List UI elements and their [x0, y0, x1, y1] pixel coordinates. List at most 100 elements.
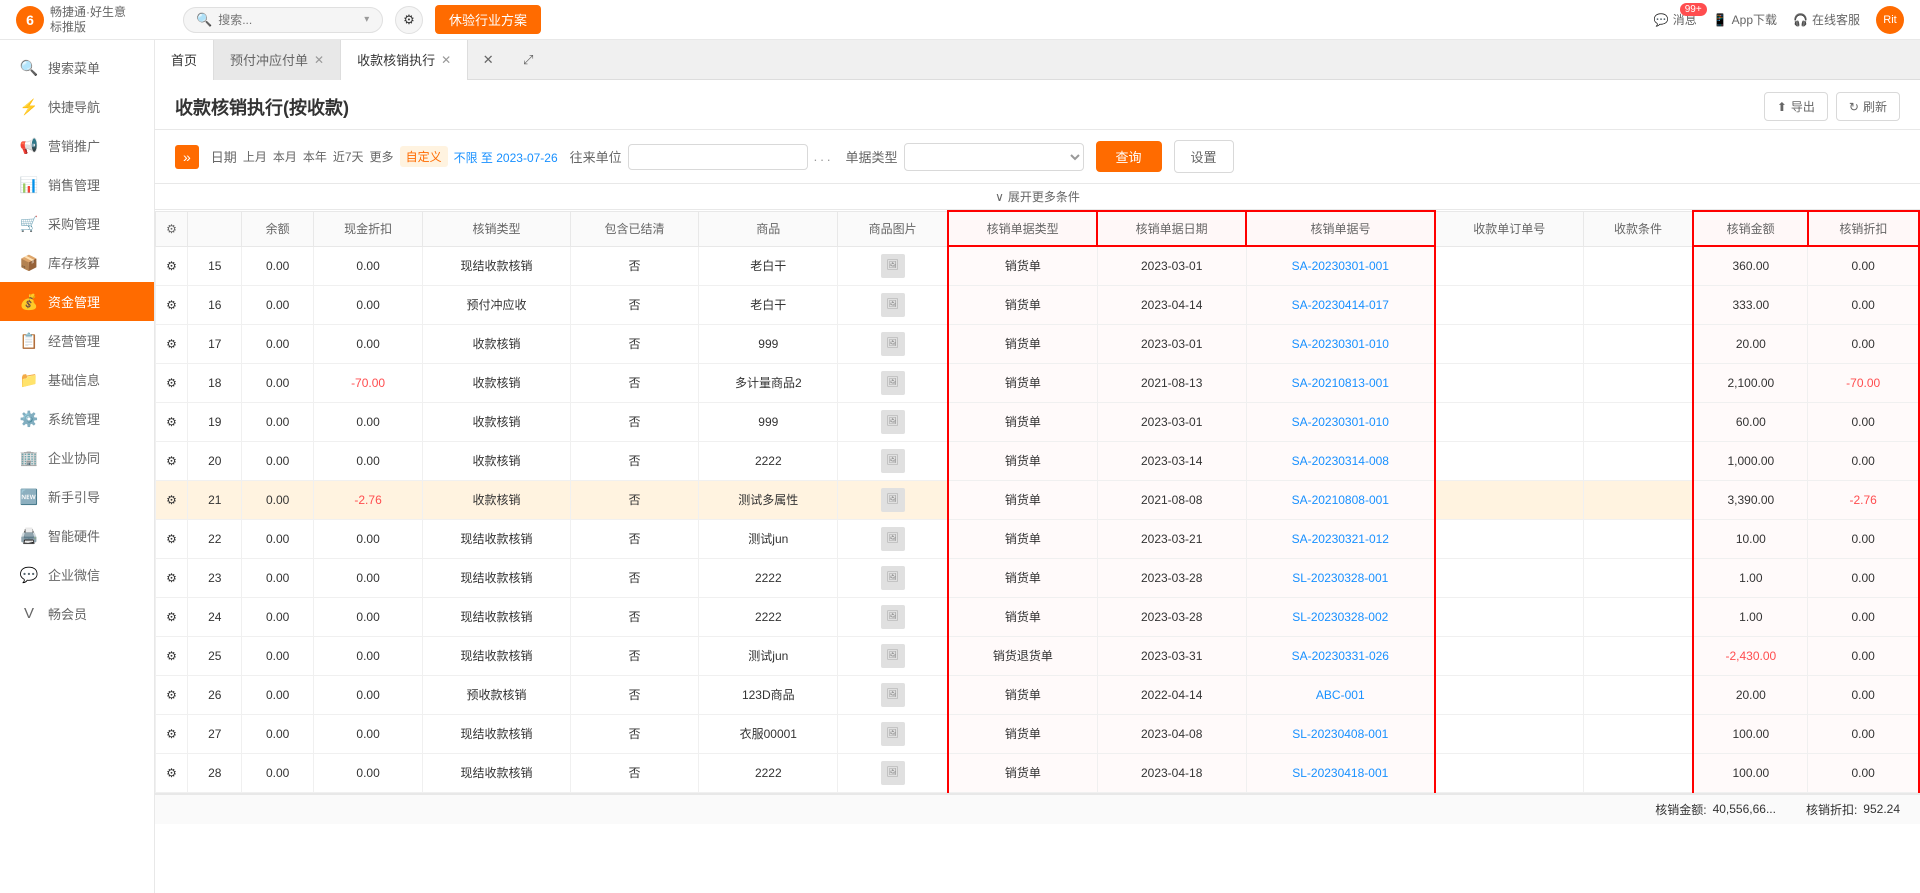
- tab-close-prepay[interactable]: ✕: [314, 53, 324, 67]
- tab-close-collection[interactable]: ✕: [441, 53, 451, 67]
- finance-icon: 💰: [20, 293, 38, 311]
- cell-settings[interactable]: ⚙: [156, 519, 188, 558]
- cell-settings[interactable]: ⚙: [156, 402, 188, 441]
- settings-icon-btn[interactable]: ⚙: [395, 6, 423, 34]
- sidebar-item-operations[interactable]: 📋 经营管理: [0, 321, 154, 360]
- tab-maximize-btn[interactable]: ⤢: [508, 40, 548, 80]
- sidebar-item-hardware[interactable]: 🖨️ 智能硬件: [0, 516, 154, 555]
- cell-seq: 22: [188, 519, 242, 558]
- cell-bill-report-date: 2023-03-21: [1097, 519, 1246, 558]
- sidebar-item-wechat[interactable]: 💬 企业微信: [0, 555, 154, 594]
- bill-report-no-link[interactable]: ABC-001: [1316, 688, 1365, 702]
- cell-receipt-condition: [1583, 597, 1693, 636]
- cell-goods-img: 🖼: [838, 285, 948, 324]
- bill-report-no-link[interactable]: SL-20230418-001: [1292, 766, 1388, 780]
- bill-report-no-link[interactable]: SA-20210808-001: [1292, 493, 1389, 507]
- bill-report-no-link[interactable]: SL-20230328-001: [1292, 571, 1388, 585]
- cell-type: 现结收款核销: [423, 246, 571, 285]
- expand-filter-btn[interactable]: »: [175, 145, 199, 169]
- cell-type: 现结收款核销: [423, 714, 571, 753]
- sidebar-item-sales[interactable]: 📊 销售管理: [0, 165, 154, 204]
- date-custom[interactable]: 自定义: [400, 146, 448, 167]
- bill-type-select[interactable]: [904, 143, 1084, 171]
- cell-receipt-condition: [1583, 441, 1693, 480]
- sidebar-item-enterprise[interactable]: 🏢 企业协同: [0, 438, 154, 477]
- cell-settings[interactable]: ⚙: [156, 324, 188, 363]
- cell-receipt-order-no: [1435, 285, 1583, 324]
- sidebar-item-inventory[interactable]: 📦 库存核算: [0, 243, 154, 282]
- tab-close-all-btn[interactable]: ✕: [468, 40, 508, 80]
- bill-report-no-link[interactable]: SL-20230408-001: [1292, 727, 1388, 741]
- date-this-year[interactable]: 本年: [303, 148, 327, 165]
- query-btn[interactable]: 查询: [1096, 141, 1162, 172]
- user-avatar[interactable]: Rit: [1876, 6, 1904, 34]
- cell-bill-report-type: 销货单: [948, 363, 1097, 402]
- cell-settings[interactable]: ⚙: [156, 714, 188, 753]
- bill-report-no-link[interactable]: SA-20230331-026: [1292, 649, 1389, 663]
- cell-settings[interactable]: ⚙: [156, 558, 188, 597]
- app-download-btn[interactable]: 📱 App下载: [1713, 11, 1777, 28]
- sidebar-item-finance[interactable]: 💰 资金管理: [0, 282, 154, 321]
- date-more[interactable]: 更多: [370, 148, 394, 165]
- cell-settings[interactable]: ⚙: [156, 636, 188, 675]
- bill-report-no-link[interactable]: SA-20230301-001: [1292, 259, 1389, 273]
- sidebar-item-quicknav[interactable]: ⚡ 快捷导航: [0, 87, 154, 126]
- gear-icon: ⚙: [166, 571, 177, 585]
- industry-solution-btn[interactable]: 休验行业方案: [435, 5, 541, 34]
- search-input[interactable]: [218, 13, 358, 27]
- top-search-box[interactable]: 🔍 ▾: [183, 7, 383, 33]
- tab-home[interactable]: 首页: [155, 40, 214, 80]
- sidebar-item-marketing[interactable]: 📢 营销推广: [0, 126, 154, 165]
- cell-goods: 多计量商品2: [699, 363, 838, 402]
- cell-balance: 0.00: [242, 441, 313, 480]
- main-content: 首页 预付冲应付单 ✕ 收款核销执行 ✕ ✕ ⤢ 收款核销执行(按收款): [155, 40, 1920, 893]
- date-last-month[interactable]: 上月: [243, 148, 267, 165]
- sidebar-item-guide[interactable]: 🆕 新手引导: [0, 477, 154, 516]
- refresh-btn[interactable]: ↻ 刷新: [1836, 92, 1900, 121]
- bill-report-no-link[interactable]: SA-20230301-010: [1292, 415, 1389, 429]
- cell-settings[interactable]: ⚙: [156, 441, 188, 480]
- cell-included-settled: 否: [570, 285, 698, 324]
- table-row: ⚙ 21 0.00 -2.76 收款核销 否 测试多属性 🖼 销货单 2021-…: [156, 480, 1920, 519]
- cell-cancel-discount: 0.00: [1808, 402, 1919, 441]
- cell-settings[interactable]: ⚙: [156, 675, 188, 714]
- cell-settings[interactable]: ⚙: [156, 246, 188, 285]
- export-btn[interactable]: ⬆ 导出: [1764, 92, 1828, 121]
- sidebar-item-baseinfo[interactable]: 📁 基础信息: [0, 360, 154, 399]
- table-settings-btn[interactable]: 设置: [1174, 140, 1234, 173]
- sidebar-item-system[interactable]: ⚙️ 系统管理: [0, 399, 154, 438]
- sidebar-item-search[interactable]: 🔍 搜索菜单: [0, 48, 154, 87]
- cell-bill-report-date: 2023-03-31: [1097, 636, 1246, 675]
- bill-report-no-link[interactable]: SA-20230314-008: [1292, 454, 1389, 468]
- counterpart-dots: ...: [814, 149, 834, 164]
- cell-settings[interactable]: ⚙: [156, 363, 188, 402]
- cell-cancel-discount: 0.00: [1808, 324, 1919, 363]
- bill-report-no-link[interactable]: SA-20230321-012: [1292, 532, 1389, 546]
- bill-report-no-link[interactable]: SA-20210813-001: [1292, 376, 1389, 390]
- cell-cancel-discount: 0.00: [1808, 285, 1919, 324]
- message-btn[interactable]: 💬 消息 99+: [1654, 11, 1697, 28]
- data-table-container[interactable]: ⚙ 余额 现金折扣 核销类型 包含已结清 商品 商品图片 核销单据类型 核销单据…: [155, 210, 1920, 893]
- purchase-icon: 🛒: [20, 215, 38, 233]
- bill-report-no-link[interactable]: SA-20230414-017: [1292, 298, 1389, 312]
- cell-settings[interactable]: ⚙: [156, 753, 188, 792]
- bill-report-no-link[interactable]: SA-20230301-010: [1292, 337, 1389, 351]
- sidebar-item-member[interactable]: V 畅会员: [0, 594, 154, 633]
- table-footer: 核销金额: 40,556,66... 核销折扣: 952.24: [155, 793, 1920, 824]
- bill-report-no-link[interactable]: SL-20230328-002: [1292, 610, 1388, 624]
- col-header-settings[interactable]: ⚙: [156, 211, 188, 246]
- counterpart-input[interactable]: [628, 144, 808, 170]
- expand-more-conditions-btn[interactable]: ∨ 展开更多条件: [995, 188, 1080, 205]
- date-this-month[interactable]: 本月: [273, 148, 297, 165]
- cell-cancel-discount: -70.00: [1808, 363, 1919, 402]
- cell-settings[interactable]: ⚙: [156, 480, 188, 519]
- cell-settings[interactable]: ⚙: [156, 285, 188, 324]
- online-service-btn[interactable]: 🎧 在线客服: [1793, 11, 1860, 28]
- tab-prepay[interactable]: 预付冲应付单 ✕: [214, 40, 341, 80]
- marketing-icon: 📢: [20, 137, 38, 155]
- tab-collection[interactable]: 收款核销执行 ✕: [341, 40, 468, 80]
- date-7days[interactable]: 近7天: [333, 148, 364, 165]
- cell-bill-report-type: 销货单: [948, 714, 1097, 753]
- cell-settings[interactable]: ⚙: [156, 597, 188, 636]
- sidebar-item-purchase[interactable]: 🛒 采购管理: [0, 204, 154, 243]
